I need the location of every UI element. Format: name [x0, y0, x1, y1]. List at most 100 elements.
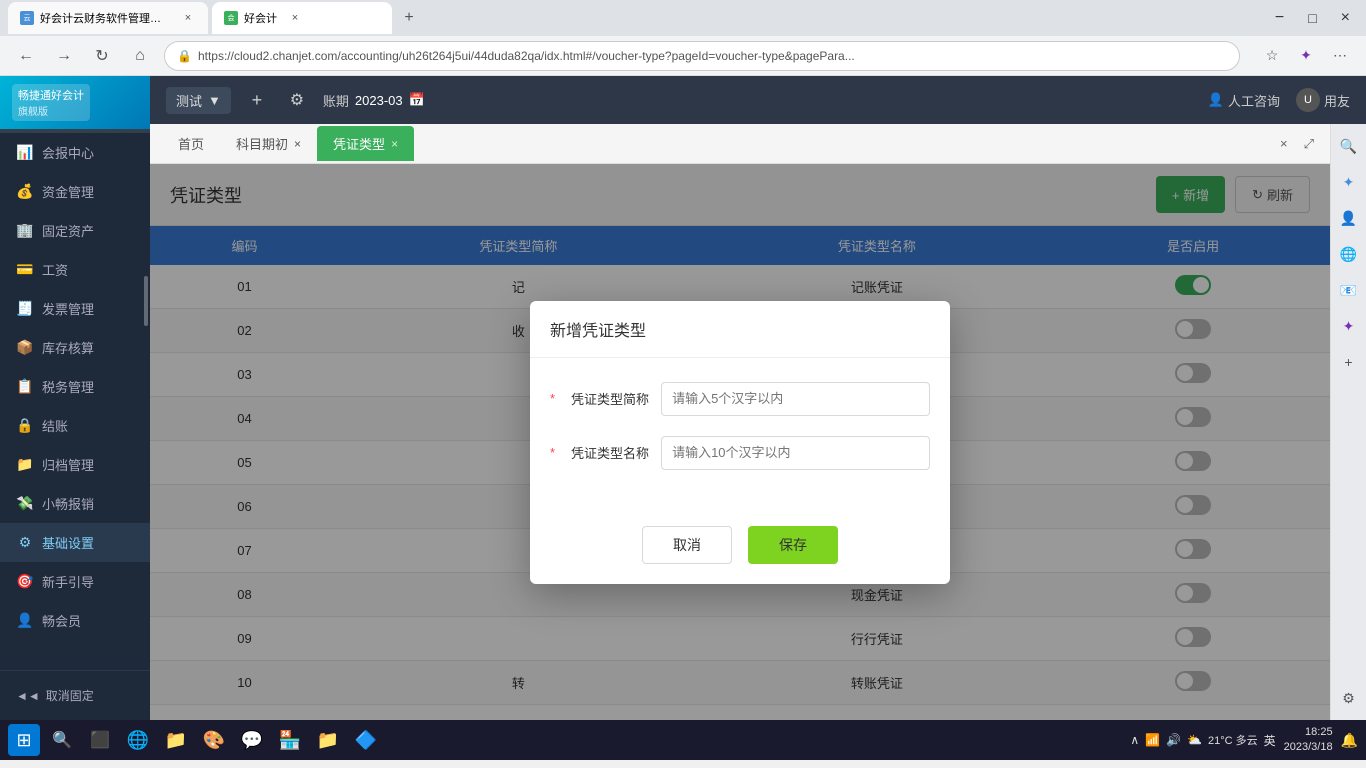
tab-close-icon[interactable]: × — [1276, 132, 1292, 156]
sidebar-item-salary[interactable]: 💳 工资 — [0, 250, 150, 289]
tab-close-2[interactable]: × — [287, 10, 303, 26]
tab-subject-close[interactable]: × — [294, 137, 301, 151]
taskbar-search[interactable]: 🔍 — [46, 724, 78, 756]
browser-tab-1[interactable]: 云 好会计云财务软件管理系统_会计 × — [8, 2, 208, 34]
sidebar-item-capital[interactable]: 💰 资金管理 — [0, 172, 150, 211]
start-button[interactable]: ⊞ — [8, 724, 40, 756]
sidebar-item-label: 发票管理 — [42, 299, 94, 318]
tray-volume[interactable]: 🔊 — [1166, 733, 1181, 747]
tab-close-1[interactable]: × — [180, 10, 196, 26]
sidebar-item-invoice[interactable]: 🧾 发票管理 — [0, 289, 150, 328]
app-header: 测试 ▼ + ⚙ 账期 2023-03 📅 👤 人工咨询 U 用友 — [150, 76, 1366, 124]
tab-maximize-icon[interactable]: ⤢ — [1300, 132, 1318, 156]
maximize-button[interactable]: □ — [1300, 9, 1324, 27]
sidebar-item-inventory[interactable]: 📦 库存核算 — [0, 328, 150, 367]
tab-voucher-type-label: 凭证类型 — [333, 134, 385, 153]
period-value: 2023-03 — [355, 93, 403, 108]
sidebar-item-dashboard[interactable]: 📊 会报中心 — [0, 133, 150, 172]
right-icon-bottom: ⚙ — [1335, 684, 1363, 712]
cancel-button[interactable]: 取消 — [642, 526, 732, 564]
add-company-button[interactable]: + — [243, 86, 271, 114]
tray-network[interactable]: 📶 — [1145, 733, 1160, 747]
tray-expand[interactable]: ∧ — [1130, 733, 1139, 747]
browser-chrome: 云 好会计云财务软件管理系统_会计 × 会 好会计 × + − □ × — [0, 0, 1366, 36]
sidebar-scrollbar[interactable] — [144, 276, 148, 326]
sidebar-item-tax[interactable]: 📋 税务管理 — [0, 367, 150, 406]
user-name: 用友 — [1324, 91, 1350, 110]
taskbar-files[interactable]: 📁 — [312, 724, 344, 756]
browser-toolbar: ☆ ✦ ⋯ — [1258, 42, 1354, 70]
taskbar-explorer[interactable]: 📁 — [160, 724, 192, 756]
new-tab-button[interactable]: + — [396, 5, 422, 31]
header-settings-icon[interactable]: ⚙ — [283, 86, 311, 114]
reload-button[interactable]: ↻ — [88, 42, 116, 70]
calendar-icon[interactable]: 📅 — [409, 92, 425, 108]
short-name-input[interactable] — [661, 382, 930, 416]
expense-icon: 💸 — [16, 495, 34, 513]
user-info[interactable]: U 用友 — [1296, 88, 1350, 112]
consult-button[interactable]: 👤 人工咨询 — [1208, 91, 1280, 110]
sidebar-item-closing[interactable]: 🔒 结账 — [0, 406, 150, 445]
save-button[interactable]: 保存 — [748, 526, 838, 564]
forward-button[interactable]: → — [50, 42, 78, 70]
inventory-icon: 📦 — [16, 339, 34, 357]
full-name-label: 凭证类型名称 — [559, 443, 649, 462]
minimize-button[interactable]: − — [1267, 9, 1292, 27]
sidebar-item-settings[interactable]: ⚙ 基础设置 — [0, 523, 150, 562]
sidebar-item-guide[interactable]: 🎯 新手引导 — [0, 562, 150, 601]
home-button[interactable]: ⌂ — [126, 42, 154, 70]
closing-icon: 🔒 — [16, 417, 34, 435]
right-icon-star[interactable]: ✦ — [1335, 168, 1363, 196]
salary-icon: 💳 — [16, 261, 34, 279]
dashboard-icon: 📊 — [16, 144, 34, 162]
window-close-button[interactable]: × — [1333, 9, 1358, 27]
sidebar-item-fixed-assets[interactable]: 🏢 固定资产 — [0, 211, 150, 250]
sidebar-item-label: 新手引导 — [42, 572, 94, 591]
notification-icon[interactable]: 🔔 — [1341, 732, 1358, 749]
address-bar: ← → ↻ ⌂ 🔒 https://cloud2.chanjet.com/acc… — [0, 36, 1366, 76]
edge-icon: 🔷 — [355, 730, 377, 751]
browser-tab-2[interactable]: 会 好会计 × — [212, 2, 392, 34]
clock[interactable]: 18:25 2023/3/18 — [1284, 725, 1333, 756]
full-name-input[interactable] — [661, 436, 930, 470]
system-tray: ∧ 📶 🔊 ⛅ 21°C 多云 英 — [1130, 732, 1275, 749]
tab-voucher-type[interactable]: 凭证类型 × — [317, 126, 414, 161]
taskbar-edge[interactable]: 🔷 — [350, 724, 382, 756]
sidebar-item-archive[interactable]: 📁 归档管理 — [0, 445, 150, 484]
logo-text: 畅捷通好会计 — [18, 87, 84, 103]
tab-voucher-type-close[interactable]: × — [391, 137, 398, 151]
right-icon-globe[interactable]: 🌐 — [1335, 240, 1363, 268]
cancel-pin-button[interactable]: ◄◄ 取消固定 — [0, 679, 150, 712]
taskbar-task-view[interactable]: ⬛ — [84, 724, 116, 756]
company-name: 测试 — [176, 91, 202, 110]
right-icon-mail[interactable]: 📧 — [1335, 276, 1363, 304]
url-bar[interactable]: 🔒 https://cloud2.chanjet.com/accounting/… — [164, 41, 1240, 71]
tab-subject[interactable]: 科目期初 × — [220, 126, 317, 161]
taskbar-store[interactable]: 🏪 — [274, 724, 306, 756]
favorites-icon[interactable]: ☆ — [1258, 42, 1286, 70]
taskbar-chrome[interactable]: 🎨 — [198, 724, 230, 756]
company-selector[interactable]: 测试 ▼ — [166, 87, 231, 114]
wechat-icon: 💬 — [241, 730, 263, 751]
right-icon-settings[interactable]: ⚙ — [1335, 684, 1363, 712]
taskbar-browser[interactable]: 🌐 — [122, 724, 154, 756]
extensions-icon[interactable]: ✦ — [1292, 42, 1320, 70]
browser-menu-icon[interactable]: ⋯ — [1326, 42, 1354, 70]
pin-icon: ◄◄ — [16, 689, 40, 703]
right-icon-add[interactable]: + — [1335, 348, 1363, 376]
cancel-pin-label: 取消固定 — [46, 687, 94, 704]
chrome-icon: 🎨 — [203, 730, 225, 751]
browser-icon: 🌐 — [127, 730, 149, 751]
sidebar-item-member[interactable]: 👤 畅会员 — [0, 601, 150, 640]
back-button[interactable]: ← — [12, 42, 40, 70]
sidebar-item-expense[interactable]: 💸 小畅报销 — [0, 484, 150, 523]
tab-home[interactable]: 首页 — [162, 126, 220, 161]
right-icon-user[interactable]: 👤 — [1335, 204, 1363, 232]
right-icon-spark[interactable]: ✦ — [1335, 312, 1363, 340]
right-icon-search[interactable]: 🔍 — [1335, 132, 1363, 160]
required-star-1: * — [550, 391, 555, 406]
clock-time: 18:25 — [1284, 725, 1333, 740]
archive-icon: 📁 — [16, 456, 34, 474]
tray-lang[interactable]: 英 — [1264, 732, 1276, 749]
taskbar-wechat[interactable]: 💬 — [236, 724, 268, 756]
